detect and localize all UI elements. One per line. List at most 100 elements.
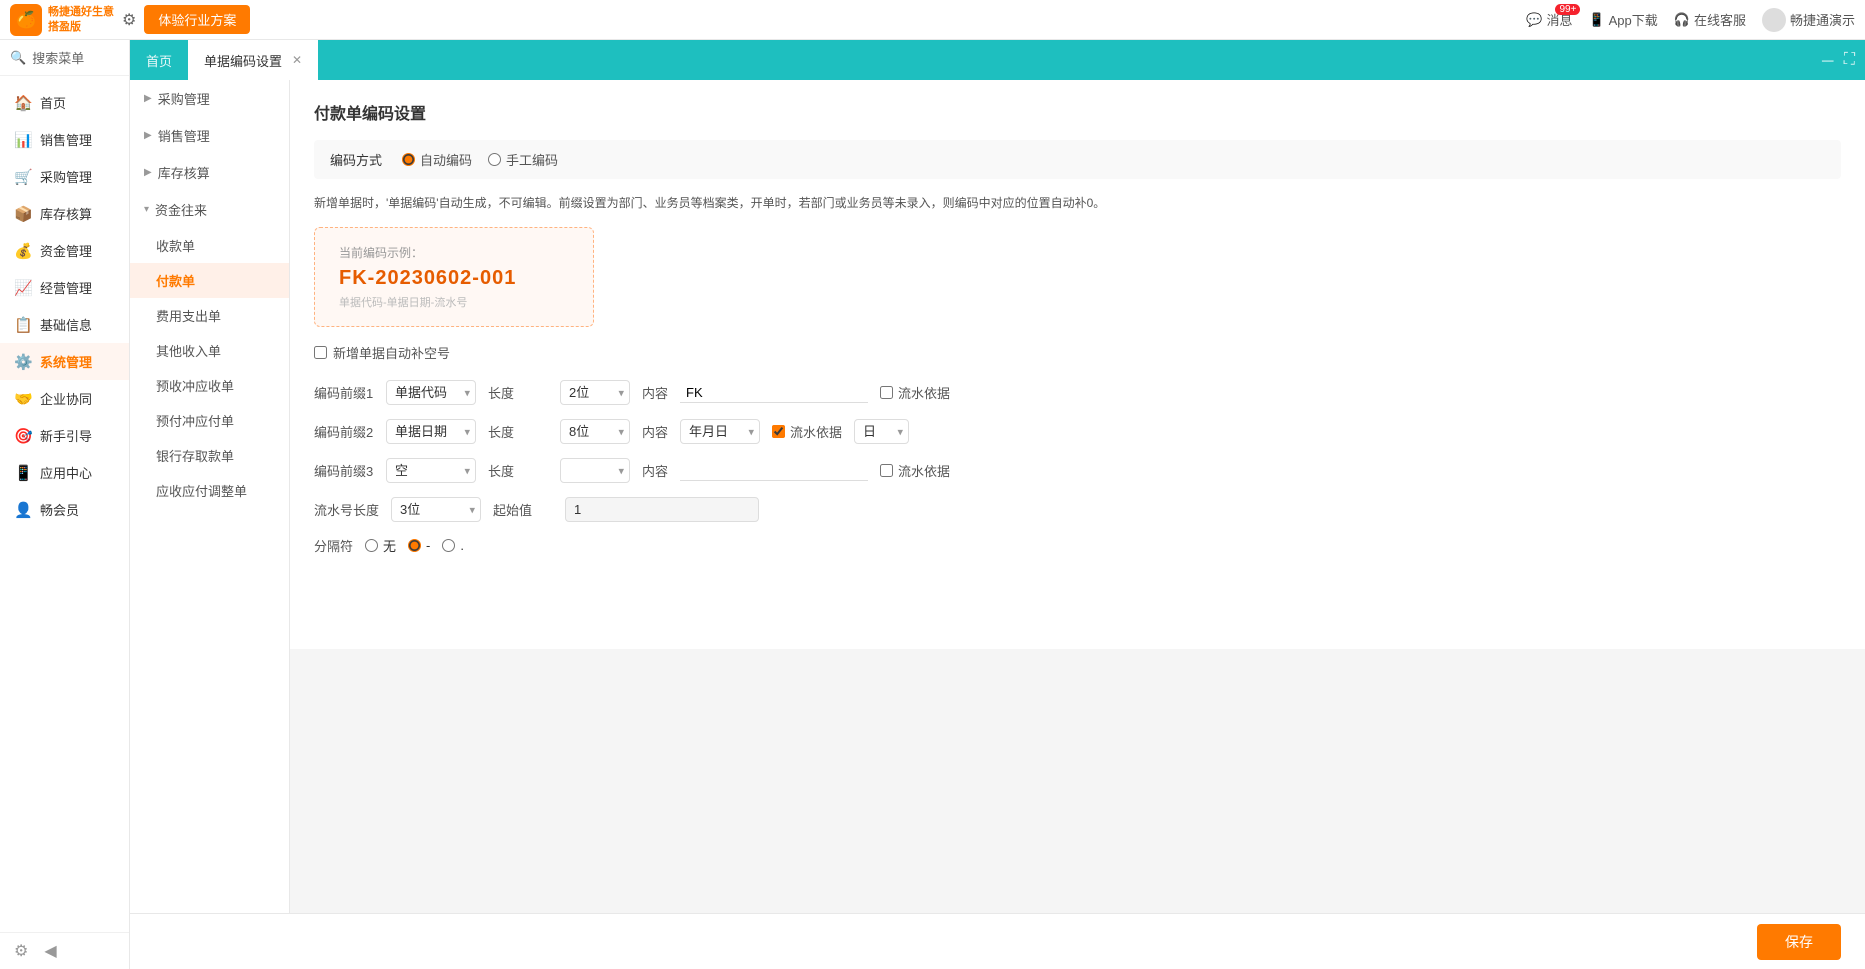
submenu-purchase-title[interactable]: ▶ 采购管理	[130, 80, 289, 117]
prefix2-length-select[interactable]: 8位 6位 4位	[560, 419, 630, 444]
sidebar-item-finance[interactable]: 💰 资金管理	[0, 232, 129, 269]
submenu-funds-title[interactable]: ▾ 资金往来	[130, 191, 289, 228]
maximize-icon[interactable]: ⛶	[1844, 51, 1855, 69]
prefix2-period-select[interactable]: 日 月 年	[854, 419, 909, 444]
serial-length-select[interactable]: 3位 4位 5位	[391, 497, 481, 522]
serial-start-input[interactable]	[565, 497, 759, 522]
save-button[interactable]: 保存	[1757, 924, 1841, 960]
prefix3-row: 编码前缀3 空 单据代码 部门 业务员 长度	[314, 458, 1841, 483]
auto-fill-checkbox[interactable]	[314, 346, 327, 359]
sep-dot-radio[interactable]	[442, 539, 455, 552]
app-download-button[interactable]: 📱 App下载	[1588, 10, 1657, 29]
prefix3-serial-checkbox[interactable]: 流水依据	[880, 461, 950, 480]
submenu-item-prepay-recv[interactable]: 预收冲应收单	[130, 368, 289, 403]
sidebar-item-operations[interactable]: 📈 经营管理	[0, 269, 129, 306]
encoding-radio-group: 自动编码 手工编码	[402, 150, 558, 169]
user-name: 畅捷通演示	[1790, 10, 1855, 29]
prefix1-serial-checkbox[interactable]: 流水依据	[880, 383, 950, 402]
encoding-method-row: 编码方式 自动编码 手工编码	[314, 140, 1841, 179]
tab-close-icon[interactable]: ✕	[292, 53, 302, 67]
prefix3-select[interactable]: 空 单据代码 部门 业务员	[386, 458, 476, 483]
arrow-expand-icon: ▾	[144, 204, 149, 215]
submenu-inventory-title[interactable]: ▶ 库存核算	[130, 154, 289, 191]
submenu-group-funds: ▾ 资金往来 收款单 付款单 费用支出单 其他收入单 预收冲应收单 预付冲应付单…	[130, 191, 289, 508]
submenu-sales-title[interactable]: ▶ 销售管理	[130, 117, 289, 154]
guide-icon: 🎯	[14, 427, 32, 445]
sidebar-item-company[interactable]: 🤝 企业协同	[0, 380, 129, 417]
sep-dash-option[interactable]: -	[408, 538, 430, 553]
sidebar-item-inventory[interactable]: 📦 库存核算	[0, 195, 129, 232]
company-icon: 🤝	[14, 390, 32, 408]
trial-button[interactable]: 体验行业方案	[144, 5, 250, 34]
manual-encoding-option[interactable]: 手工编码	[488, 150, 558, 169]
prefix1-select[interactable]: 单据代码 部门 业务员 空	[386, 380, 476, 405]
sep-none-radio[interactable]	[365, 539, 378, 552]
prefix2-content-wrapper: 年月日 年月 年	[680, 419, 760, 444]
finance-icon: 💰	[14, 242, 32, 260]
collapse-icon[interactable]: ◀	[44, 941, 56, 961]
prefix2-label: 编码前缀2	[314, 422, 374, 441]
prefix3-content-input[interactable]	[680, 461, 868, 481]
prefix1-serial-check[interactable]	[880, 386, 893, 399]
sidebar-nav: 🏠 首页 📊 销售管理 🛒 采购管理 📦 库存核算 💰 资金管理 📈 经	[0, 76, 129, 932]
prefix2-serial-check[interactable]	[772, 425, 785, 438]
tab-home[interactable]: 首页	[130, 40, 188, 80]
prefix3-length-select[interactable]	[560, 458, 630, 483]
preview-code: FK-20230602-001	[339, 267, 569, 290]
sep-none-option[interactable]: 无	[365, 536, 396, 555]
prefix3-serial-check[interactable]	[880, 464, 893, 477]
prefix2-length-label: 长度	[488, 422, 548, 441]
submenu-group-inventory: ▶ 库存核算	[130, 154, 289, 191]
sidebar-item-guide[interactable]: 🎯 新手引导	[0, 417, 129, 454]
submenu-group-purchase: ▶ 采购管理	[130, 80, 289, 117]
content-area: 首页 单据编码设置 ✕ － ⛶ ▶ 采购管理	[130, 40, 1865, 969]
prefix2-content-select[interactable]: 年月日 年月 年	[680, 419, 760, 444]
search-menu[interactable]: 🔍 搜索菜单	[0, 40, 129, 76]
sales-icon: 📊	[14, 131, 32, 149]
gear-icon[interactable]: ⚙	[122, 10, 136, 30]
submenu-item-other-income[interactable]: 其他收入单	[130, 333, 289, 368]
user-info[interactable]: 畅捷通演示	[1762, 8, 1855, 32]
auto-fill-row: 新增单据自动补空号	[314, 343, 1841, 362]
sidebar-item-purchase[interactable]: 🛒 采购管理	[0, 158, 129, 195]
submenu-item-payment[interactable]: 付款单	[130, 263, 289, 298]
message-badge: 99+	[1555, 4, 1580, 15]
page-footer: 保存	[130, 913, 1865, 969]
sidebar-item-system[interactable]: ⚙️ 系统管理	[0, 343, 129, 380]
submenu-item-prepay-pay[interactable]: 预付冲应付单	[130, 403, 289, 438]
service-button[interactable]: 🎧 在线客服	[1674, 10, 1746, 29]
serial-row: 流水号长度 3位 4位 5位 起始值	[314, 497, 1841, 522]
auto-encoding-option[interactable]: 自动编码	[402, 150, 472, 169]
logo-text: 畅捷通好生意 搭盈版	[48, 5, 114, 34]
message-button[interactable]: 💬 消息 99+	[1526, 10, 1572, 29]
sidebar-item-member[interactable]: 👤 畅会员	[0, 491, 129, 528]
operations-icon: 📈	[14, 279, 32, 297]
settings-bottom-icon[interactable]: ⚙	[14, 941, 28, 961]
page-title: 付款单编码设置	[314, 100, 1841, 124]
minimize-icon[interactable]: －	[1820, 48, 1836, 72]
tab-encoding[interactable]: 单据编码设置 ✕	[188, 40, 318, 80]
search-icon: 🔍	[10, 50, 26, 66]
submenu-item-expense[interactable]: 费用支出单	[130, 298, 289, 333]
prefix1-length-wrapper: 2位 3位 4位	[560, 380, 630, 405]
sidebar-item-sales[interactable]: 📊 销售管理	[0, 121, 129, 158]
prefix2-select[interactable]: 单据日期 部门 业务员 空	[386, 419, 476, 444]
sidebar-item-base[interactable]: 📋 基础信息	[0, 306, 129, 343]
prefix3-label: 编码前缀3	[314, 461, 374, 480]
auto-encoding-radio[interactable]	[402, 153, 415, 166]
prefix2-serial-checkbox[interactable]: 流水依据	[772, 422, 842, 441]
sidebar-item-apps[interactable]: 📱 应用中心	[0, 454, 129, 491]
submenu-panel: ▶ 采购管理 ▶ 销售管理 ▶ 库存核算	[130, 80, 290, 969]
prefix1-length-select[interactable]: 2位 3位 4位	[560, 380, 630, 405]
manual-encoding-radio[interactable]	[488, 153, 501, 166]
separator-label: 分隔符	[314, 536, 353, 555]
encoding-method-label: 编码方式	[330, 150, 382, 169]
submenu-item-bank[interactable]: 银行存取款单	[130, 438, 289, 473]
prefix1-content-input[interactable]	[680, 383, 868, 403]
submenu-item-receipt[interactable]: 收款单	[130, 228, 289, 263]
headset-icon: 🎧	[1674, 12, 1690, 28]
sep-dot-option[interactable]: .	[442, 538, 464, 553]
submenu-item-ap-adjust[interactable]: 应收应付调整单	[130, 473, 289, 508]
sidebar-item-home[interactable]: 🏠 首页	[0, 84, 129, 121]
sep-dash-radio[interactable]	[408, 539, 421, 552]
